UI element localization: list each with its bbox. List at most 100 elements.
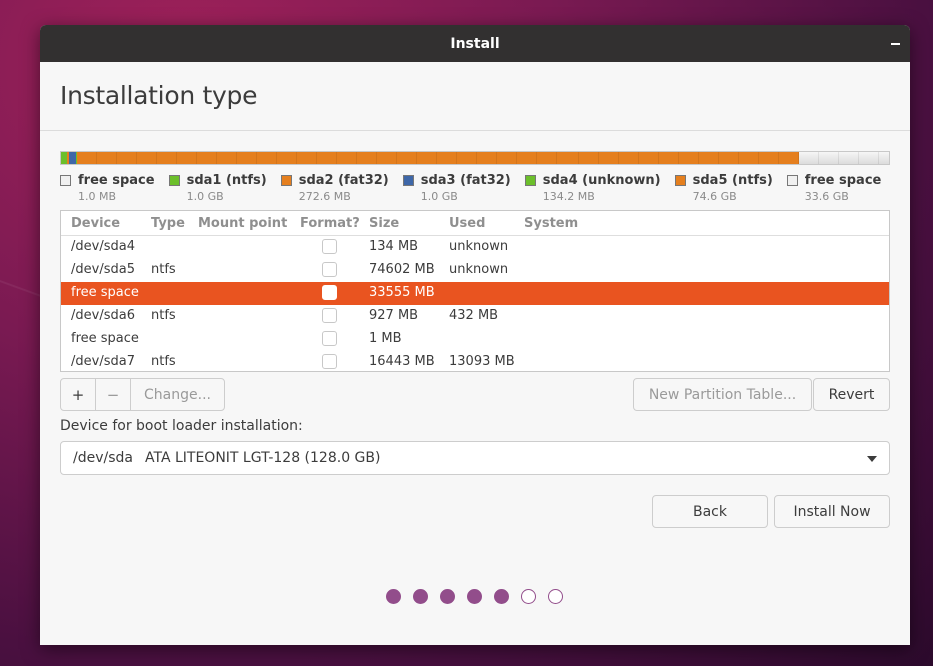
device-cell: /dev/sda6	[71, 308, 135, 323]
legend-size: 134.2 MB	[542, 190, 595, 203]
legend-item: free space 1.0 MB	[60, 173, 155, 205]
device-cell: free space	[71, 331, 139, 346]
disk-segment	[799, 152, 889, 164]
partition-legend: free space 1.0 MB sda1 (ntfs) 1.0 GB sda2 (f…	[60, 173, 890, 205]
used-cell: unknown	[449, 239, 509, 254]
device-cell: /dev/sda7	[71, 354, 135, 369]
legend-label: sda4 (unknown)	[542, 173, 661, 188]
legend-swatch	[402, 175, 414, 186]
col-format[interactable]: Format?	[300, 216, 360, 231]
legend-size: 1.0 GB	[420, 190, 458, 203]
format-checkbox[interactable]	[322, 331, 337, 346]
legend-swatch	[168, 175, 180, 186]
legend-label: sda5 (ntfs)	[692, 173, 773, 188]
used-cell: 13093 MB	[449, 354, 515, 369]
legend-swatch	[280, 175, 292, 186]
size-cell: 33555 MB	[369, 285, 435, 300]
progress-dot	[413, 589, 428, 604]
progress-dot	[494, 589, 509, 604]
disk-segment	[559, 152, 800, 164]
progress-dot	[521, 589, 536, 604]
change-partition-button[interactable]: Change...	[131, 379, 224, 410]
legend-swatch	[60, 175, 71, 186]
legend-size: 272.6 MB	[298, 190, 351, 203]
size-cell: 1 MB	[369, 331, 402, 346]
new-partition-table-button[interactable]: New Partition Table...	[633, 378, 812, 411]
col-type[interactable]: Type	[151, 216, 185, 231]
partition-table: Device Type Mount point Format? Size Use…	[60, 210, 890, 372]
back-button[interactable]: Back	[652, 495, 768, 528]
size-cell: 134 MB	[369, 239, 419, 254]
col-size[interactable]: Size	[369, 216, 399, 231]
format-checkbox[interactable]	[322, 285, 337, 300]
type-cell: ntfs	[151, 354, 176, 369]
disk-usage-bar	[60, 151, 890, 165]
size-cell: 74602 MB	[369, 262, 435, 277]
install-now-button[interactable]: Install Now	[774, 495, 890, 528]
type-cell: ntfs	[151, 308, 176, 323]
type-cell: ntfs	[151, 262, 176, 277]
size-cell: 16443 MB	[369, 354, 435, 369]
revert-button[interactable]: Revert	[813, 378, 890, 411]
format-checkbox[interactable]	[322, 239, 337, 254]
add-partition-button[interactable]: +	[61, 379, 96, 410]
table-row[interactable]: /dev/sda5 ntfs 74602 MB unknown	[61, 259, 889, 282]
used-cell: unknown	[449, 262, 509, 277]
installer-window: Install Installation type free space 1.0 …	[40, 25, 910, 645]
legend-swatch	[786, 175, 798, 186]
legend-label: sda2 (fat32)	[298, 173, 389, 188]
format-checkbox[interactable]	[322, 262, 337, 277]
legend-item: sda1 (ntfs) 1.0 GB	[168, 173, 267, 205]
legend-label: free space	[804, 173, 882, 188]
minimize-icon[interactable]	[891, 43, 900, 45]
boot-loader-select[interactable]: /dev/sda ATA LITEONIT LGT-128 (128.0 GB)	[60, 441, 890, 475]
page-title: Installation type	[60, 81, 258, 110]
progress-dot	[440, 589, 455, 604]
boot-device: /dev/sda	[73, 450, 133, 466]
table-header: Device Type Mount point Format? Size Use…	[61, 211, 889, 236]
col-used[interactable]: Used	[449, 216, 485, 231]
table-row[interactable]: free space 1 MB	[61, 328, 889, 351]
legend-swatch	[524, 175, 536, 186]
boot-device-description: ATA LITEONIT LGT-128 (128.0 GB)	[144, 450, 381, 466]
legend-swatch	[674, 175, 686, 186]
progress-dot	[548, 589, 563, 604]
legend-item: sda4 (unknown) 134.2 MB	[524, 173, 661, 205]
table-row[interactable]: /dev/sda4 134 MB unknown	[61, 236, 889, 259]
legend-label: sda3 (fat32)	[420, 173, 511, 188]
legend-size: 33.6 GB	[804, 190, 849, 203]
table-row[interactable]: free space 33555 MB	[61, 282, 889, 305]
col-system[interactable]: System	[524, 216, 578, 231]
col-device[interactable]: Device	[71, 216, 120, 231]
col-mount-point[interactable]: Mount point	[198, 216, 287, 231]
divider	[40, 130, 910, 131]
progress-dots	[386, 589, 575, 604]
title-bar: Install	[40, 25, 910, 62]
device-cell: /dev/sda4	[71, 239, 135, 254]
legend-item: free space 33.6 GB	[786, 173, 882, 205]
table-row[interactable]: /dev/sda6 ntfs 927 MB 432 MB	[61, 305, 889, 328]
disk-segment	[76, 152, 560, 164]
legend-item: sda5 (ntfs) 74.6 GB	[674, 173, 773, 205]
device-cell: free space	[71, 285, 139, 300]
format-checkbox[interactable]	[322, 308, 337, 323]
table-row[interactable]: /dev/sda7 ntfs 16443 MB 13093 MB	[61, 351, 889, 371]
legend-label: free space	[78, 173, 155, 188]
table-body: /dev/sda4 134 MB unknown/dev/sda5 ntfs 74602…	[61, 236, 889, 371]
size-cell: 927 MB	[369, 308, 419, 323]
dropdown-arrow-icon	[867, 456, 877, 462]
progress-dot	[467, 589, 482, 604]
device-cell: /dev/sda5	[71, 262, 135, 277]
remove-partition-button[interactable]: −	[96, 379, 131, 410]
boot-loader-label: Device for boot loader installation:	[60, 418, 303, 434]
legend-label: sda1 (ntfs)	[186, 173, 267, 188]
legend-size: 74.6 GB	[692, 190, 737, 203]
legend-size: 1.0 GB	[186, 190, 224, 203]
used-cell: 432 MB	[449, 308, 499, 323]
partition-actions: + − Change...	[60, 378, 225, 411]
window-title: Install	[450, 35, 500, 52]
legend-size: 1.0 MB	[78, 190, 117, 203]
legend-item: sda3 (fat32) 1.0 GB	[402, 173, 511, 205]
format-checkbox[interactable]	[322, 354, 337, 369]
legend-item: sda2 (fat32) 272.6 MB	[280, 173, 389, 205]
